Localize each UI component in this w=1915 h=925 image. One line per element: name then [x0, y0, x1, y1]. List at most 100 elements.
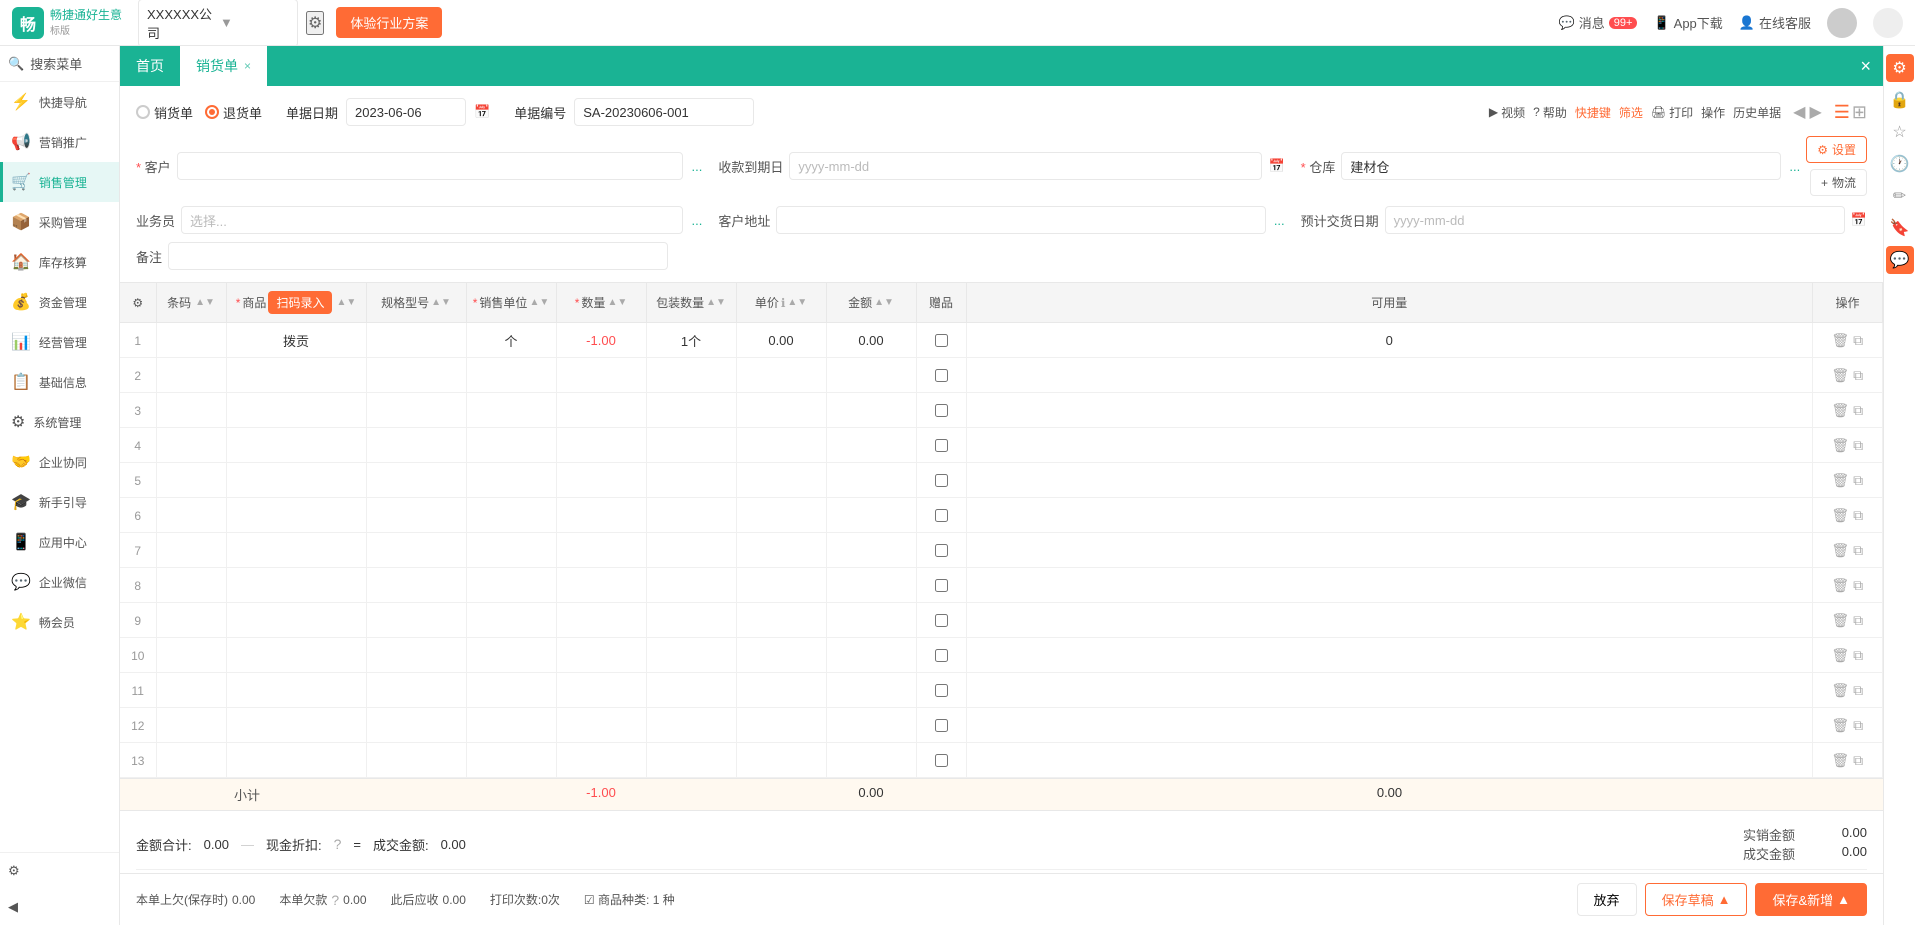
row-delete-icon-11[interactable]: 🗑 [1831, 717, 1849, 734]
row-amount-1[interactable] [826, 358, 916, 393]
company-selector[interactable]: XXXXXX公司 ▼ [138, 0, 298, 47]
pkg-sort-icon[interactable]: ▲▼ [706, 297, 726, 308]
help-btn[interactable]: ? 帮助 [1533, 104, 1567, 121]
save-draft-button[interactable]: 保存草稿 ▲ [1645, 883, 1748, 916]
sidebar-collapse[interactable]: ◀ [0, 889, 119, 925]
row-amount-12[interactable] [826, 743, 916, 778]
row-delete-icon-9[interactable]: 🗑 [1831, 647, 1849, 664]
row-price-8[interactable] [736, 603, 826, 638]
row-price-11[interactable] [736, 708, 826, 743]
row-unit-11[interactable] [466, 708, 556, 743]
row-price-4[interactable] [736, 463, 826, 498]
row-copy-icon-6[interactable]: ⧉ [1853, 542, 1863, 559]
row-spec-8[interactable] [366, 603, 466, 638]
row-pkg-qty-9[interactable] [646, 638, 736, 673]
row-barcode-8[interactable] [156, 603, 226, 638]
row-qty-7[interactable] [556, 568, 646, 603]
nav-right-icon[interactable]: ▶ [1809, 102, 1821, 122]
row-copy-icon-9[interactable]: ⧉ [1853, 647, 1863, 664]
row-qty-12[interactable] [556, 743, 646, 778]
row-amount-7[interactable] [826, 568, 916, 603]
row-pkg-qty-1[interactable] [646, 358, 736, 393]
row-gift-7[interactable] [916, 568, 966, 603]
row-copy-icon-8[interactable]: ⧉ [1853, 612, 1863, 629]
row-product-0[interactable]: 拨贡 [226, 323, 366, 358]
row-copy-icon-4[interactable]: ⧉ [1853, 472, 1863, 489]
row-delete-icon-12[interactable]: 🗑 [1831, 752, 1849, 769]
right-btn-star[interactable]: ☆ [1886, 118, 1914, 146]
row-copy-icon-5[interactable]: ⧉ [1853, 507, 1863, 524]
online-service-button[interactable]: 👤 在线客服 [1739, 13, 1811, 32]
row-price-12[interactable] [736, 743, 826, 778]
row-delete-icon-8[interactable]: 🗑 [1831, 612, 1849, 629]
order-no-input[interactable]: SA-20230606-001 [574, 98, 754, 126]
right-btn-clock[interactable]: 🕐 [1886, 150, 1914, 178]
filter-btn[interactable]: 筛选 [1619, 104, 1643, 121]
row-product-12[interactable] [226, 743, 366, 778]
row-spec-9[interactable] [366, 638, 466, 673]
amount-sort-icon[interactable]: ▲▼ [874, 297, 894, 308]
row-gift-5[interactable] [916, 498, 966, 533]
row-qty-3[interactable] [556, 428, 646, 463]
sidebar-gear[interactable]: ⚙ [0, 853, 119, 889]
row-unit-2[interactable] [466, 393, 556, 428]
row-delete-icon-2[interactable]: 🗑 [1831, 402, 1849, 419]
row-delete-icon-0[interactable]: 🗑 [1831, 332, 1849, 349]
row-gift-2[interactable] [916, 393, 966, 428]
row-pkg-qty-12[interactable] [646, 743, 736, 778]
row-qty-4[interactable] [556, 463, 646, 498]
row-pkg-qty-7[interactable] [646, 568, 736, 603]
row-gift-4[interactable] [916, 463, 966, 498]
sidebar-item-3[interactable]: 📦采购管理 [0, 202, 119, 242]
row-amount-3[interactable] [826, 428, 916, 463]
row-spec-5[interactable] [366, 498, 466, 533]
row-price-0[interactable]: 0.00 [736, 323, 826, 358]
remark-input[interactable] [168, 242, 668, 270]
row-pkg-qty-3[interactable] [646, 428, 736, 463]
row-barcode-2[interactable] [156, 393, 226, 428]
row-unit-5[interactable] [466, 498, 556, 533]
row-copy-icon-12[interactable]: ⧉ [1853, 752, 1863, 769]
due-date-calendar-icon[interactable]: 📅 [1268, 158, 1284, 174]
row-unit-8[interactable] [466, 603, 556, 638]
row-copy-icon-7[interactable]: ⧉ [1853, 577, 1863, 594]
row-qty-10[interactable] [556, 673, 646, 708]
sidebar-item-10[interactable]: 🎓新手引导 [0, 482, 119, 522]
row-product-3[interactable] [226, 428, 366, 463]
row-spec-12[interactable] [366, 743, 466, 778]
goods-type-indicator[interactable]: ☑ 商品种类: 1 种 [584, 891, 675, 908]
row-qty-1[interactable] [556, 358, 646, 393]
row-qty-6[interactable] [556, 533, 646, 568]
sidebar-item-13[interactable]: ⭐畅会员 [0, 602, 119, 642]
row-unit-4[interactable] [466, 463, 556, 498]
row-barcode-10[interactable] [156, 673, 226, 708]
row-product-10[interactable] [226, 673, 366, 708]
print-btn[interactable]: 🖨 打印 [1651, 104, 1693, 121]
salesperson-dots[interactable]: ... [691, 213, 702, 228]
row-unit-0[interactable]: 个 [466, 323, 556, 358]
sidebar-item-1[interactable]: 📢营销推广 [0, 122, 119, 162]
warehouse-input[interactable]: 建材仓 [1341, 152, 1781, 180]
row-pkg-qty-0[interactable]: 1个 [646, 323, 736, 358]
row-copy-icon-1[interactable]: ⧉ [1853, 367, 1863, 384]
row-delete-icon-5[interactable]: 🗑 [1831, 507, 1849, 524]
row-spec-2[interactable] [366, 393, 466, 428]
row-unit-6[interactable] [466, 533, 556, 568]
unit-sort-icon[interactable]: ▲▼ [529, 297, 549, 308]
row-spec-6[interactable] [366, 533, 466, 568]
row-barcode-12[interactable] [156, 743, 226, 778]
right-btn-bookmark[interactable]: 🔖 [1886, 214, 1914, 242]
shortcut-btn[interactable]: 快捷键 [1575, 104, 1611, 121]
row-product-7[interactable] [226, 568, 366, 603]
right-btn-lock[interactable]: 🔒 [1886, 86, 1914, 114]
row-barcode-7[interactable] [156, 568, 226, 603]
row-unit-7[interactable] [466, 568, 556, 603]
row-gift-11[interactable] [916, 708, 966, 743]
row-barcode-4[interactable] [156, 463, 226, 498]
window-close-button[interactable]: × [1860, 56, 1871, 77]
radio-return[interactable]: 退货单 [205, 103, 262, 122]
row-copy-icon-11[interactable]: ⧉ [1853, 717, 1863, 734]
customer-input[interactable] [177, 152, 684, 180]
customer-addr-input[interactable] [776, 206, 1265, 234]
radio-sale[interactable]: 销货单 [136, 103, 193, 122]
